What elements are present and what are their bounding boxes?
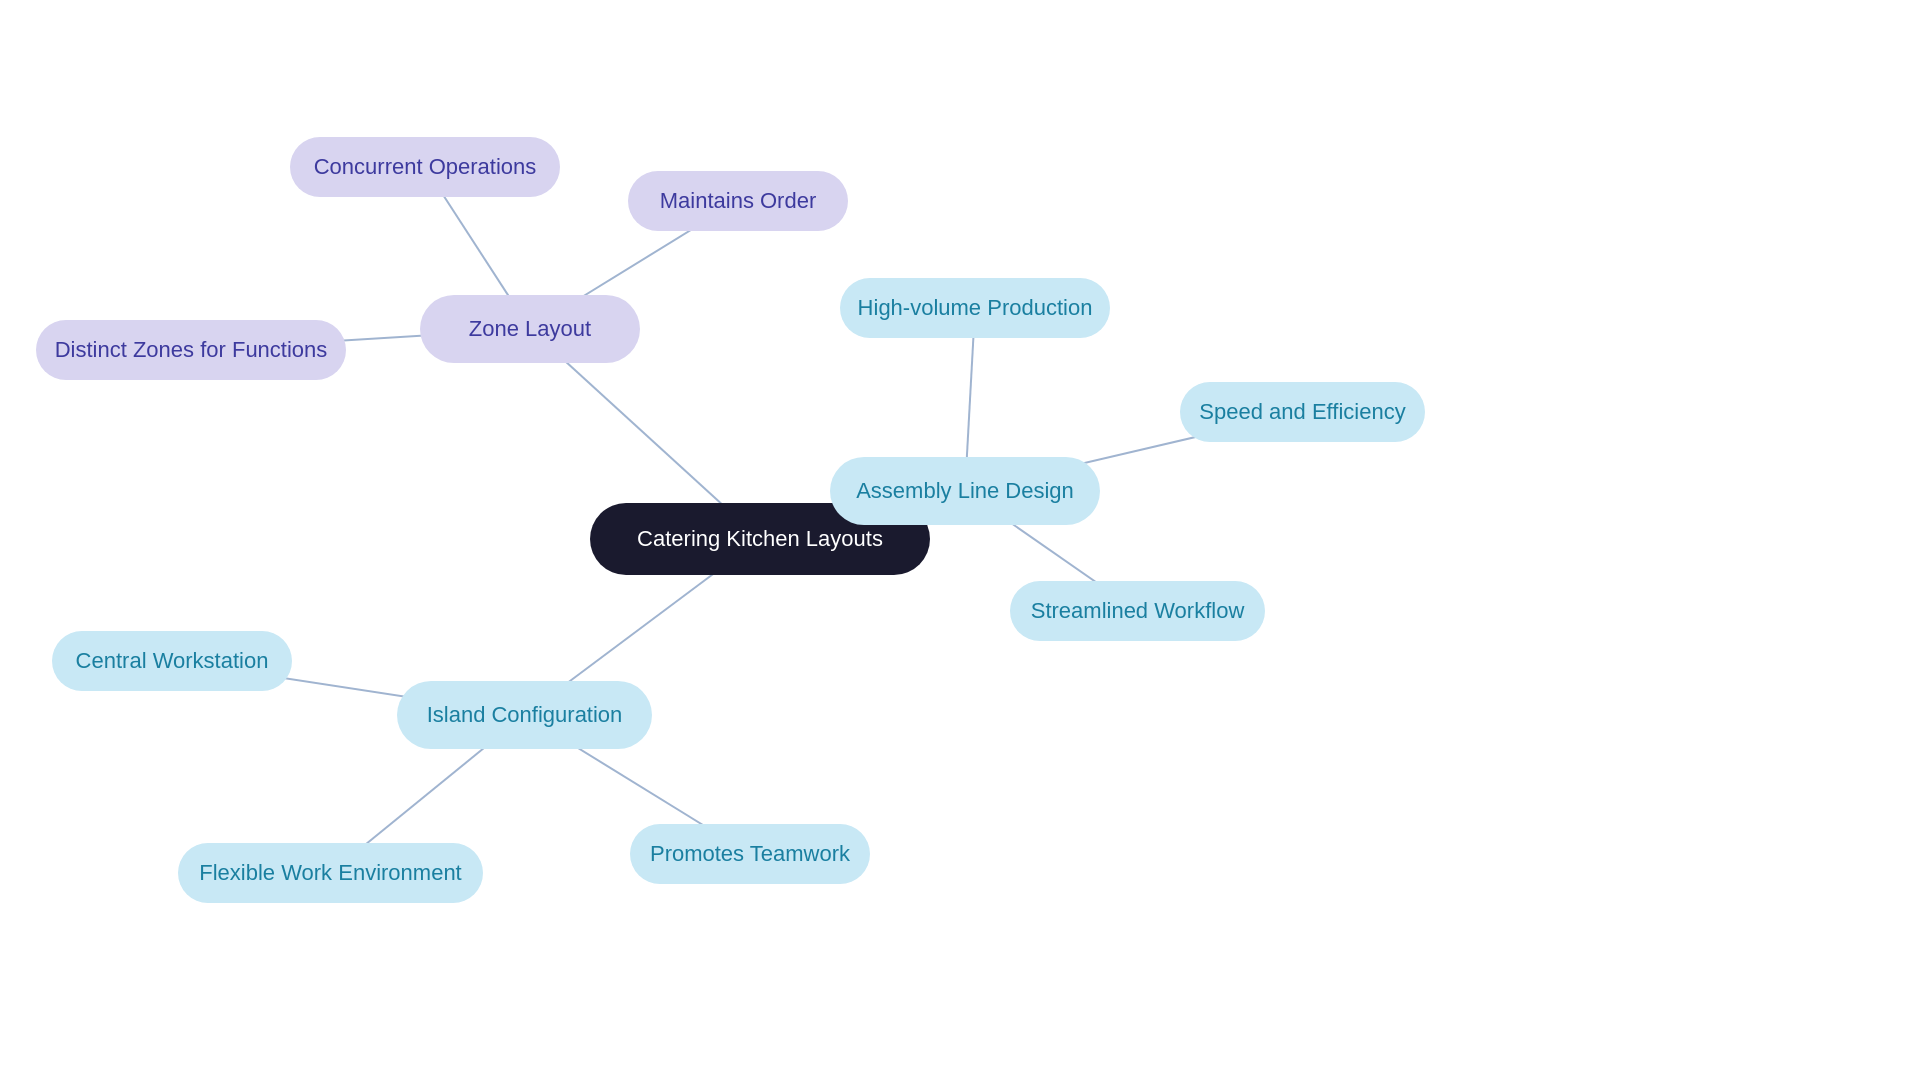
node-flexible-label: Flexible Work Environment: [199, 859, 461, 888]
node-streamlined-label: Streamlined Workflow: [1031, 597, 1245, 626]
node-maintains-label: Maintains Order: [660, 187, 817, 216]
node-maintains-order: Maintains Order: [628, 171, 848, 231]
node-concurrent-operations: Concurrent Operations: [290, 137, 560, 197]
node-high-volume: High-volume Production: [840, 278, 1110, 338]
node-workstation-label: Central Workstation: [76, 647, 269, 676]
node-teamwork-label: Promotes Teamwork: [650, 840, 850, 869]
node-assembly-line: Assembly Line Design: [830, 457, 1100, 525]
node-central-label: Catering Kitchen Layouts: [637, 525, 883, 554]
node-flexible-work: Flexible Work Environment: [178, 843, 483, 903]
node-speed-label: Speed and Efficiency: [1199, 398, 1405, 427]
node-distinct-zones: Distinct Zones for Functions: [36, 320, 346, 380]
node-island-label: Island Configuration: [427, 701, 623, 730]
node-distinct-label: Distinct Zones for Functions: [55, 336, 328, 365]
node-highvol-label: High-volume Production: [858, 294, 1093, 323]
node-streamlined-workflow: Streamlined Workflow: [1010, 581, 1265, 641]
node-concurrent-label: Concurrent Operations: [314, 153, 537, 182]
node-assembly-label: Assembly Line Design: [856, 477, 1074, 506]
node-island-configuration: Island Configuration: [397, 681, 652, 749]
node-central-workstation: Central Workstation: [52, 631, 292, 691]
node-speed-efficiency: Speed and Efficiency: [1180, 382, 1425, 442]
node-zone-layout: Zone Layout: [420, 295, 640, 363]
node-zone-layout-label: Zone Layout: [469, 315, 591, 344]
mind-map-connections: [0, 0, 1920, 1083]
node-promotes-teamwork: Promotes Teamwork: [630, 824, 870, 884]
